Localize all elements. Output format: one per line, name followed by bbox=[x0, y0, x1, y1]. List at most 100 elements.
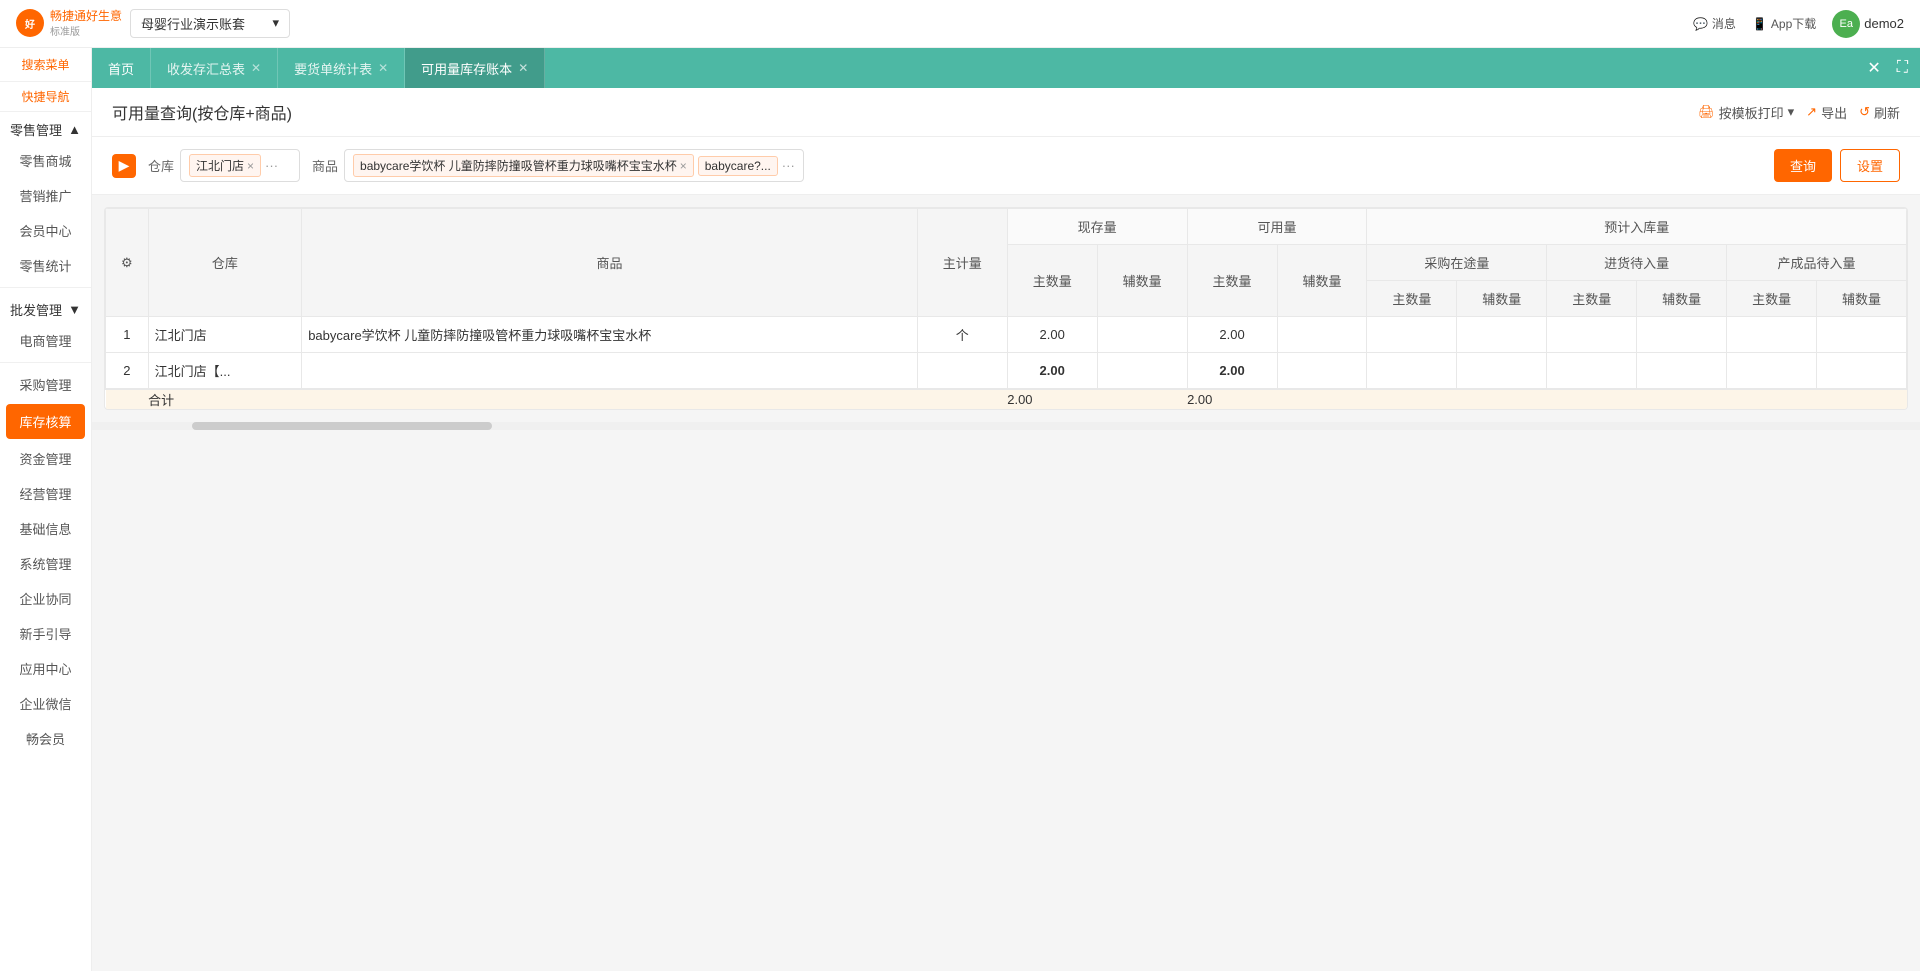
query-button[interactable]: 查询 bbox=[1774, 149, 1832, 182]
tab-orders-close[interactable]: ✕ bbox=[378, 61, 388, 75]
sidebar-item-enterprise[interactable]: 企业协同 bbox=[0, 581, 91, 616]
sidebar-section-retail[interactable]: 零售管理 ▲ bbox=[0, 112, 91, 143]
footer-jh-main bbox=[1547, 389, 1637, 409]
sidebar-item-inventory[interactable]: 库存核算 bbox=[6, 404, 85, 439]
sidebar-item-operations[interactable]: 经营管理 bbox=[0, 476, 91, 511]
sidebar-item-retail-stats[interactable]: 零售统计 bbox=[0, 248, 91, 283]
col-gear-header: ⚙ bbox=[106, 209, 149, 317]
sidebar-item-apps[interactable]: 应用中心 bbox=[0, 651, 91, 686]
logo-area: 好 畅捷通好生意 标准版 bbox=[16, 9, 122, 38]
print-button[interactable]: 🖨 按模板打印 ▾ bbox=[1698, 103, 1794, 122]
filter-expand-button[interactable]: ▶ bbox=[112, 154, 136, 178]
table-row[interactable]: 2 江北门店【... 2.00 2.00 bbox=[106, 353, 1907, 390]
warehouse-tag-close[interactable]: × bbox=[247, 159, 254, 173]
row1-cg-aux bbox=[1457, 317, 1547, 353]
warehouse-input[interactable]: 江北门店 × ··· bbox=[180, 149, 300, 182]
tab-available-inventory[interactable]: 可用量库存账本 ✕ bbox=[405, 48, 545, 88]
user-menu[interactable]: Ea demo2 bbox=[1832, 10, 1904, 38]
filter-bar: ▶ 仓库 江北门店 × ··· 商品 babyca bbox=[92, 137, 1920, 195]
product-more-button[interactable]: ··· bbox=[782, 158, 795, 173]
sidebar-item-retail-mall[interactable]: 零售商城 bbox=[0, 143, 91, 178]
warehouse-more-button[interactable]: ··· bbox=[265, 158, 278, 173]
sidebar-item-wechat[interactable]: 企业微信 bbox=[0, 686, 91, 721]
top-bar-right: 💬 消息 📱 App下载 Ea demo2 bbox=[1693, 10, 1904, 38]
sidebar-section-wholesale[interactable]: 批发管理 ▼ bbox=[0, 292, 91, 323]
tab-expand-button[interactable]: ⛶ bbox=[1893, 57, 1912, 79]
col-warehouse-header: 仓库 bbox=[148, 209, 302, 317]
sidebar-item-ecommerce[interactable]: 电商管理 bbox=[0, 323, 91, 358]
footer-xz-aux bbox=[1097, 389, 1187, 409]
tab-receipts[interactable]: 收发存汇总表 ✕ bbox=[151, 48, 278, 88]
sidebar-item-finance[interactable]: 资金管理 bbox=[0, 441, 91, 476]
col-cp-group-header: 产成品待入量 bbox=[1727, 245, 1907, 281]
row2-jh-main bbox=[1547, 353, 1637, 390]
col-unit-header: 主计量 bbox=[917, 209, 1007, 317]
tab-receipts-close[interactable]: ✕ bbox=[251, 61, 261, 75]
divider-1 bbox=[0, 287, 91, 288]
sidebar-item-marketing[interactable]: 营销推广 bbox=[0, 178, 91, 213]
col-cg-group-header: 采购在途量 bbox=[1367, 245, 1547, 281]
chevron-down-icon: ▾ bbox=[272, 15, 279, 31]
product-input[interactable]: babycare学饮杯 儿童防摔防撞吸管杯重力球吸嘴杯宝宝水杯 × babyca… bbox=[344, 149, 804, 182]
table-row[interactable]: 1 江北门店 babycare学饮杯 儿童防摔防撞吸管杯重力球吸嘴杯宝宝水杯 个… bbox=[106, 317, 1907, 353]
sidebar-item-purchase[interactable]: 采购管理 bbox=[0, 367, 91, 402]
col-ky-main-header: 主数量 bbox=[1187, 245, 1277, 317]
message-label: 消息 bbox=[1712, 15, 1736, 32]
sidebar-search[interactable]: 搜索菜单 bbox=[0, 48, 91, 82]
message-button[interactable]: 💬 消息 bbox=[1693, 15, 1736, 32]
col-cp-main-header: 主数量 bbox=[1727, 281, 1817, 317]
row2-xz-main: 2.00 bbox=[1007, 353, 1097, 390]
row2-cp-aux bbox=[1817, 353, 1907, 390]
horizontal-scrollbar[interactable] bbox=[92, 422, 1920, 430]
sidebar-item-members[interactable]: 会员中心 bbox=[0, 213, 91, 248]
footer-empty-3 bbox=[917, 389, 1007, 409]
main-layout: 搜索菜单 快捷导航 零售管理 ▲ 零售商城 营销推广 会员中心 零售统计 批发管… bbox=[0, 48, 1920, 971]
content-area: 首页 收发存汇总表 ✕ 要货单统计表 ✕ 可用量库存账本 ✕ ✕ ⛶ bbox=[92, 48, 1920, 971]
row1-unit: 个 bbox=[917, 317, 1007, 353]
footer-cp-aux bbox=[1817, 389, 1907, 409]
settings-button[interactable]: 设置 bbox=[1840, 149, 1900, 182]
table-header-row-1: ⚙ 仓库 商品 主计量 现存量 可用量 预计入库量 bbox=[106, 209, 1907, 245]
tab-receipts-label: 收发存汇总表 bbox=[167, 59, 245, 78]
footer-ky-aux bbox=[1277, 389, 1367, 409]
sidebar-nav[interactable]: 快捷导航 bbox=[0, 82, 91, 112]
print-icon: 🖨 bbox=[1698, 104, 1715, 120]
sidebar-item-basic-info[interactable]: 基础信息 bbox=[0, 511, 91, 546]
row1-cp-main bbox=[1727, 317, 1817, 353]
row2-cg-aux bbox=[1457, 353, 1547, 390]
tab-available-inventory-close[interactable]: ✕ bbox=[518, 61, 528, 75]
tab-home[interactable]: 首页 bbox=[92, 48, 151, 88]
tab-orders[interactable]: 要货单统计表 ✕ bbox=[278, 48, 405, 88]
footer-empty-2 bbox=[302, 389, 918, 409]
row1-product: babycare学饮杯 儿童防摔防撞吸管杯重力球吸嘴杯宝宝水杯 bbox=[302, 317, 918, 353]
logo-text-area: 畅捷通好生意 标准版 bbox=[50, 9, 122, 38]
print-dropdown-icon: ▾ bbox=[1788, 104, 1795, 120]
retail-section-label: 零售管理 bbox=[10, 120, 62, 139]
row1-jh-aux bbox=[1637, 317, 1727, 353]
refresh-button[interactable]: ↺ 刷新 bbox=[1859, 103, 1900, 122]
sidebar-item-system[interactable]: 系统管理 bbox=[0, 546, 91, 581]
logo-title: 畅捷通好生意 bbox=[50, 9, 122, 23]
filter-actions: 查询 设置 bbox=[1774, 149, 1900, 182]
chevron-up-icon: ▲ bbox=[68, 122, 81, 137]
tab-close-all-button[interactable]: ✕ bbox=[1863, 56, 1884, 80]
industry-selector[interactable]: 母婴行业演示账套 ▾ bbox=[130, 9, 290, 38]
sidebar-item-newbie[interactable]: 新手引导 bbox=[0, 616, 91, 651]
row2-ky-main: 2.00 bbox=[1187, 353, 1277, 390]
app-download-button[interactable]: 📱 App下载 bbox=[1752, 15, 1816, 32]
footer-cg-aux bbox=[1457, 389, 1547, 409]
filter-product-group: 商品 babycare学饮杯 儿童防摔防撞吸管杯重力球吸嘴杯宝宝水杯 × bab… bbox=[312, 149, 804, 182]
row1-cp-aux bbox=[1817, 317, 1907, 353]
col-product-header: 商品 bbox=[302, 209, 918, 317]
scrollbar-thumb[interactable] bbox=[192, 422, 492, 430]
row1-xz-aux bbox=[1097, 317, 1187, 353]
sidebar-item-member[interactable]: 畅会员 bbox=[0, 721, 91, 756]
row1-jh-main bbox=[1547, 317, 1637, 353]
tab-home-label: 首页 bbox=[108, 59, 134, 78]
export-button[interactable]: ↗ 导出 bbox=[1806, 103, 1847, 122]
export-icon: ↗ bbox=[1806, 104, 1817, 120]
chevron-down-icon-2: ▼ bbox=[68, 302, 81, 317]
row1-warehouse: 江北门店 bbox=[148, 317, 302, 353]
product-tag-1-close[interactable]: × bbox=[680, 159, 687, 173]
row1-ky-aux bbox=[1277, 317, 1367, 353]
